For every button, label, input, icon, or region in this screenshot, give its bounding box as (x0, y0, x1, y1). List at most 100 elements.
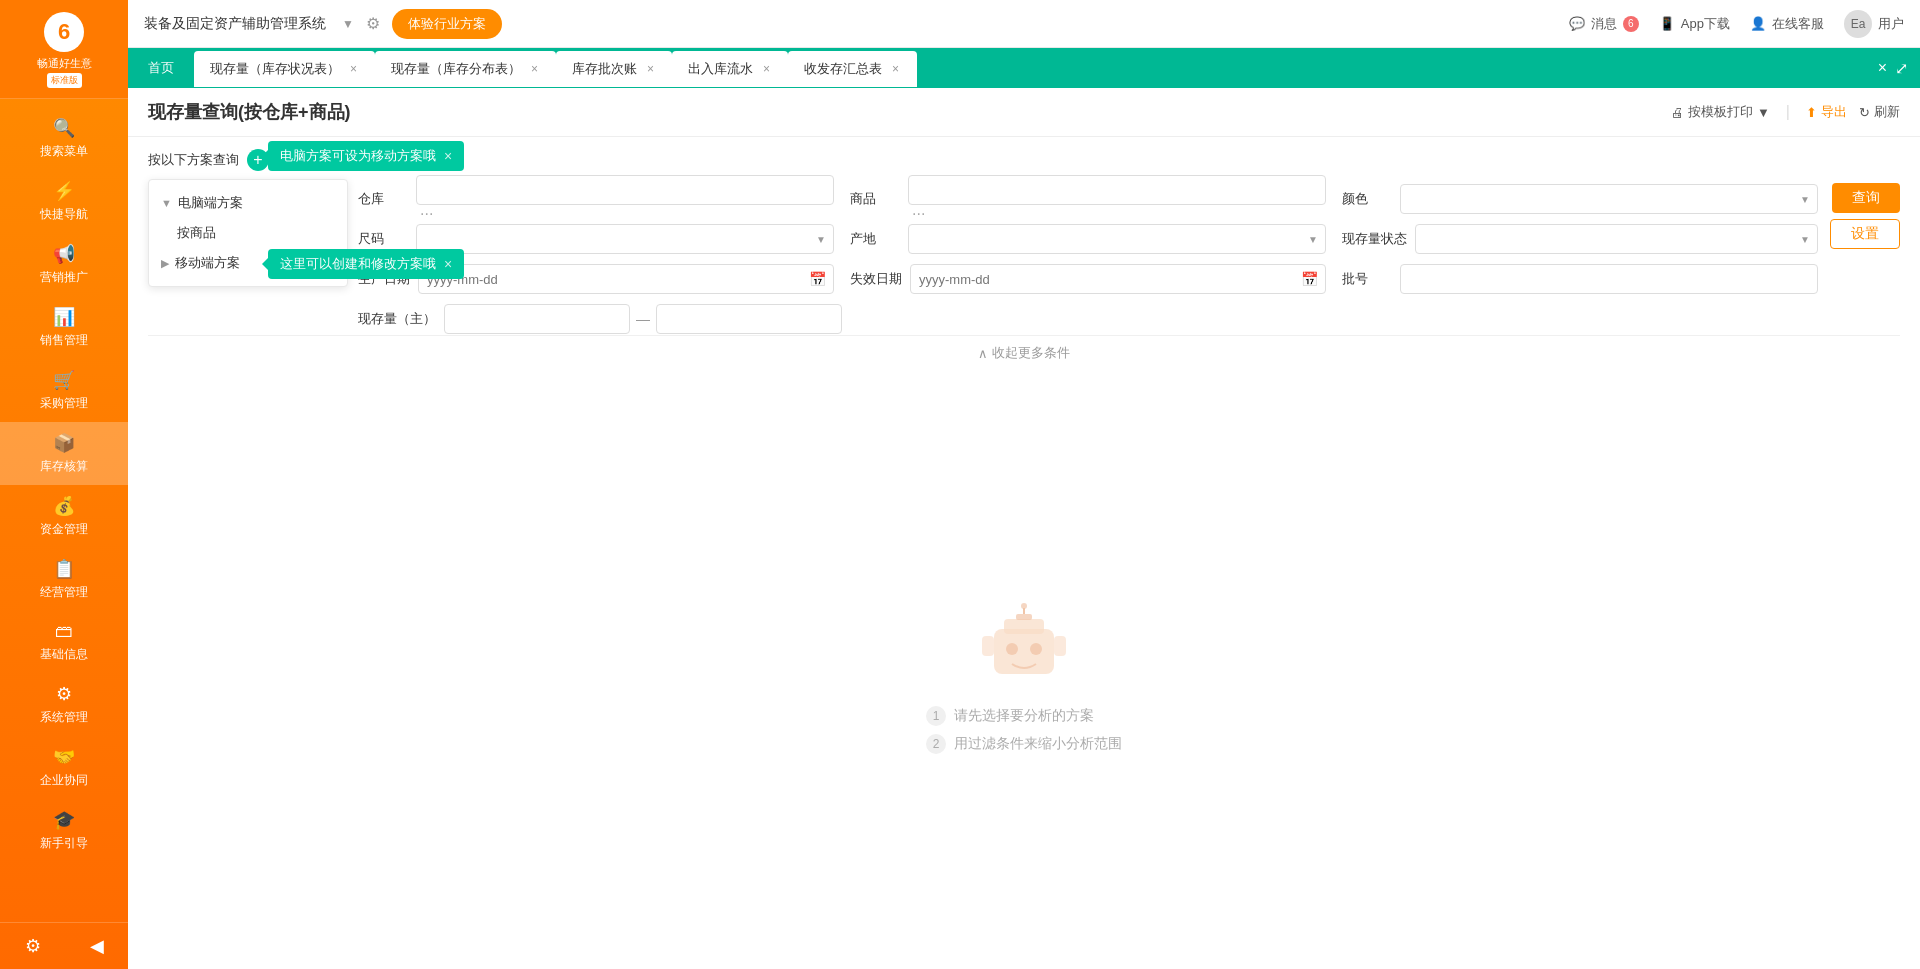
fullscreen-icon[interactable]: ⤢ (1895, 59, 1908, 78)
warehouse-select[interactable] (416, 175, 834, 205)
goods-field: 商品 ··· (850, 183, 1326, 215)
print-label: 按模板打印 (1688, 103, 1753, 121)
filter-row-2: 尺码 ▼ 产地 ▼ (358, 223, 1818, 255)
empty-hints: 1 请先选择要分析的方案 2 用过滤条件来缩小分析范围 (926, 706, 1122, 754)
origin-field: 产地 ▼ (850, 223, 1326, 255)
collapse-sidebar-icon[interactable]: ◀ (90, 935, 104, 957)
size-select[interactable] (416, 224, 834, 254)
tab-label: 现存量（库存状况表） (210, 60, 340, 78)
tooltip1-close[interactable]: × (444, 148, 452, 164)
expiry-date-input[interactable] (910, 264, 1326, 294)
tree-item-label: 按商品 (177, 224, 216, 242)
print-button[interactable]: 🖨 按模板打印 ▼ (1671, 103, 1770, 121)
print-dropdown-icon: ▼ (1757, 105, 1770, 120)
sidebar-item-enterprise[interactable]: 🤝 企业协同 (0, 736, 128, 799)
user-action[interactable]: Ea 用户 (1844, 10, 1904, 38)
origin-select[interactable] (908, 224, 1326, 254)
sidebar-item-purchase[interactable]: 🛒 采购管理 (0, 359, 128, 422)
refresh-button[interactable]: ↻ 刷新 (1859, 103, 1900, 121)
tab-close-inventory-dist[interactable]: × (529, 60, 540, 78)
tab-close-collect[interactable]: × (890, 60, 901, 78)
tab-inventory-status[interactable]: 现存量（库存状况表） × (194, 51, 375, 87)
sidebar-item-marketing[interactable]: 📢 营销推广 (0, 233, 128, 296)
tooltip-scheme-hint: 电脑方案可设为移动方案哦 × (268, 141, 464, 171)
sidebar-nav: 🔍 搜索菜单 ⚡ 快捷导航 📢 营销推广 📊 销售管理 🛒 采购管理 📦 库存核… (0, 99, 128, 922)
sidebar-item-newbie[interactable]: 🎓 新手引导 (0, 799, 128, 862)
color-select[interactable] (1400, 184, 1818, 214)
settings-icon[interactable]: ⚙ (25, 935, 41, 957)
tab-close-inventory-status[interactable]: × (348, 60, 359, 78)
hint-number-2: 2 (926, 734, 946, 754)
hint-text-1: 请先选择要分析的方案 (954, 707, 1094, 725)
filter-header: 按以下方案查询 + ✎ « 电脑方案可设为移动方案哦 × ▼ 电脑端方案 (148, 149, 1900, 171)
svg-rect-1 (1004, 619, 1044, 634)
production-date-calendar-icon[interactable]: 📅 (809, 271, 826, 287)
sidebar-item-quick-nav[interactable]: ⚡ 快捷导航 (0, 170, 128, 233)
sidebar-item-label: 基础信息 (40, 646, 88, 663)
experience-button[interactable]: 体验行业方案 (392, 9, 502, 39)
tab-inventory-dist[interactable]: 现存量（库存分布表） × (375, 51, 556, 87)
collapse-button[interactable]: ∧ 收起更多条件 (978, 344, 1070, 362)
message-badge: 6 (1623, 16, 1639, 32)
collapse-label: 收起更多条件 (992, 344, 1070, 362)
filter-header-wrap: 按以下方案查询 + ✎ « 电脑方案可设为移动方案哦 × ▼ 电脑端方案 (148, 149, 1900, 171)
stock-min-input[interactable] (444, 304, 630, 334)
batch-field: 批号 (1342, 263, 1818, 295)
stock-status-field: 现存量状态 ▼ (1342, 223, 1818, 255)
sidebar-item-finance[interactable]: 💰 资金管理 (0, 485, 128, 548)
reset-button[interactable]: 设置 (1830, 219, 1900, 249)
filter-rows: 仓库 ··· 商品 ··· (358, 183, 1818, 335)
message-icon: 💬 (1569, 16, 1585, 31)
tab-close-flow[interactable]: × (761, 60, 772, 78)
header-left: 装备及固定资产辅助管理系统 ▼ ⚙ 体验行业方案 (144, 9, 502, 39)
refresh-label: 刷新 (1874, 103, 1900, 121)
sidebar-item-ops[interactable]: 📋 经营管理 (0, 548, 128, 611)
message-action[interactable]: 💬 消息 6 (1569, 15, 1639, 33)
goods-select[interactable] (908, 175, 1326, 205)
sidebar-item-basic[interactable]: 🗃 基础信息 (0, 611, 128, 673)
online-service-action[interactable]: 👤 在线客服 (1750, 15, 1824, 33)
tree-item-label: 移动端方案 (175, 254, 240, 272)
tree-arrow-mobile-icon: ▶ (161, 257, 169, 270)
sidebar: 6 畅通好生意 标准版 🔍 搜索菜单 ⚡ 快捷导航 📢 营销推广 📊 销售管理 … (0, 0, 128, 969)
tooltip1-text: 电脑方案可设为移动方案哦 (280, 147, 436, 165)
tree-item-by-goods[interactable]: 按商品 (149, 218, 347, 248)
hint-number-1: 1 (926, 706, 946, 726)
goods-select-wrap: ··· (908, 175, 1326, 223)
warehouse-label: 仓库 (358, 190, 408, 208)
stock-max-input[interactable] (656, 304, 842, 334)
origin-label: 产地 (850, 230, 900, 248)
app-logo-icon: 6 (44, 12, 84, 52)
sidebar-logo: 6 畅通好生意 标准版 (0, 0, 128, 99)
collapse-bar[interactable]: ∧ 收起更多条件 (148, 335, 1900, 370)
expiry-date-calendar-icon[interactable]: 📅 (1301, 271, 1318, 287)
search-button[interactable]: 查询 (1832, 183, 1900, 213)
export-button[interactable]: ⬆ 导出 (1806, 103, 1847, 121)
header-settings-icon[interactable]: ⚙ (366, 14, 380, 33)
batch-input[interactable] (1400, 264, 1818, 294)
sidebar-item-sales[interactable]: 📊 销售管理 (0, 296, 128, 359)
tree-item-desktop[interactable]: ▼ 电脑端方案 (149, 188, 347, 218)
tooltip2-close[interactable]: × (444, 256, 452, 272)
stock-status-select[interactable] (1415, 224, 1818, 254)
tab-batch-account[interactable]: 库存批次账 × (556, 51, 672, 87)
tab-home[interactable]: 首页 (128, 48, 194, 88)
sidebar-item-system[interactable]: ⚙ 系统管理 (0, 673, 128, 736)
page-title: 现存量查询(按仓库+商品) (148, 100, 351, 124)
tab-close-batch[interactable]: × (645, 60, 656, 78)
action-separator: | (1786, 103, 1790, 121)
tab-in-out-flow[interactable]: 出入库流水 × (672, 51, 788, 87)
top-header: 装备及固定资产辅助管理系统 ▼ ⚙ 体验行业方案 💬 消息 6 📱 App下载 … (128, 0, 1920, 48)
tab-label: 现存量（库存分布表） (391, 60, 521, 78)
sidebar-item-inventory[interactable]: 📦 库存核算 (0, 422, 128, 485)
production-date-input[interactable] (418, 264, 834, 294)
close-all-tabs-icon[interactable]: × (1878, 59, 1887, 77)
app-logo-text: 畅通好生意 (37, 56, 92, 71)
empty-hint-1: 1 请先选择要分析的方案 (926, 706, 1122, 726)
filter-area: 按以下方案查询 + ✎ « 电脑方案可设为移动方案哦 × ▼ 电脑端方案 (128, 137, 1920, 378)
system-dropdown-icon[interactable]: ▼ (342, 17, 354, 31)
sidebar-item-search-menu[interactable]: 🔍 搜索菜单 (0, 107, 128, 170)
warehouse-dots-icon[interactable]: ··· (420, 205, 433, 222)
app-download-action[interactable]: 📱 App下载 (1659, 15, 1730, 33)
tab-collect-send[interactable]: 收发存汇总表 × (788, 51, 917, 87)
